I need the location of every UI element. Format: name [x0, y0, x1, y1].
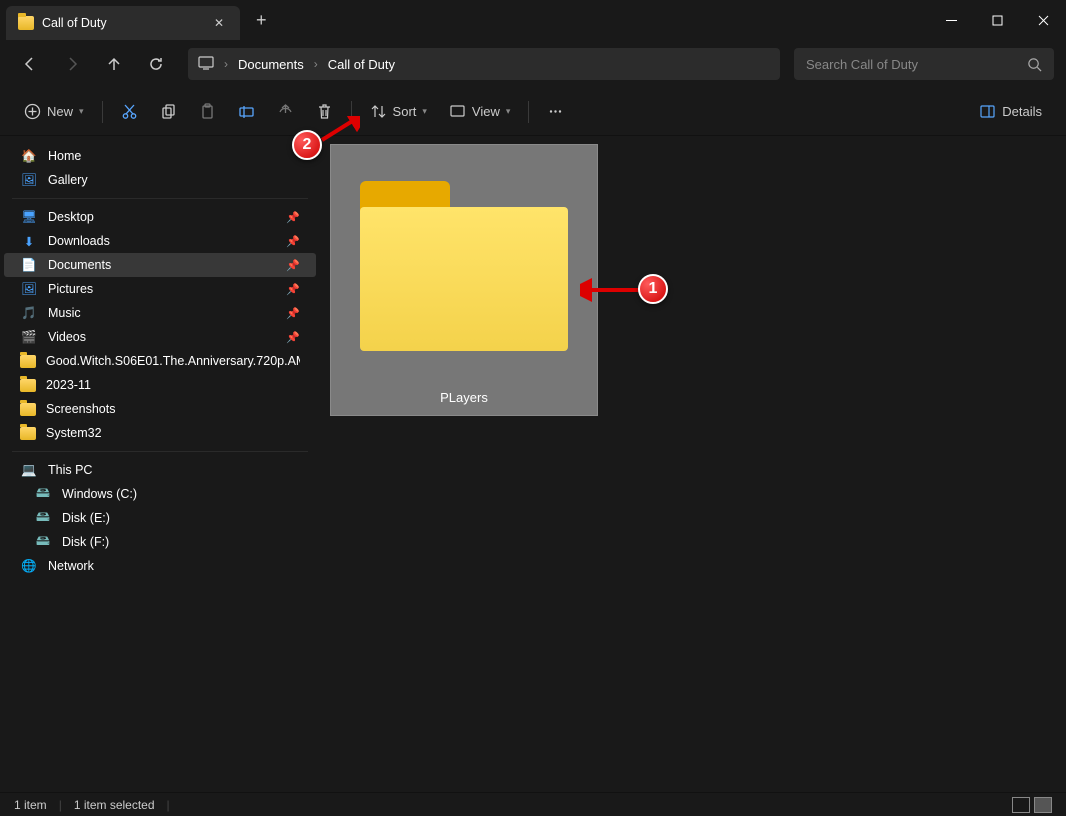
- maximize-button[interactable]: [974, 0, 1020, 40]
- sidebar-music[interactable]: 🎵Music📌: [4, 301, 316, 325]
- more-icon: [547, 103, 564, 120]
- sidebar-disk-e[interactable]: 🖴Disk (E:): [4, 506, 316, 530]
- breadcrumb-documents[interactable]: Documents: [238, 57, 304, 72]
- folder-icon: [20, 379, 36, 392]
- sort-button[interactable]: Sort▾: [360, 95, 437, 129]
- sidebar-desktop[interactable]: 🖥Desktop📌: [4, 205, 316, 229]
- share-button[interactable]: [267, 95, 304, 129]
- new-button[interactable]: New▾: [14, 95, 94, 129]
- status-selected: 1 item selected: [74, 798, 155, 812]
- sidebar-home[interactable]: 🏠Home: [4, 144, 316, 168]
- sidebar-gallery[interactable]: 🖼Gallery: [4, 168, 316, 192]
- documents-icon: 📄: [20, 257, 38, 273]
- address-bar[interactable]: › Documents › Call of Duty: [188, 48, 780, 80]
- pin-icon: 📌: [286, 283, 300, 296]
- up-button[interactable]: [96, 48, 132, 80]
- share-icon: [277, 103, 294, 120]
- pin-icon: 📌: [286, 211, 300, 224]
- rename-button[interactable]: [228, 95, 265, 129]
- details-pane-button[interactable]: Details: [969, 95, 1052, 129]
- refresh-button[interactable]: [138, 48, 174, 80]
- desktop-icon: 🖥: [20, 209, 38, 225]
- details-view-toggle[interactable]: [1012, 797, 1030, 813]
- search-box[interactable]: [794, 48, 1054, 80]
- sidebar-goodwitch[interactable]: Good.Witch.S06E01.The.Anniversary.720p.A…: [4, 349, 316, 373]
- sidebar-downloads[interactable]: ⬇Downloads📌: [4, 229, 316, 253]
- details-icon: [979, 103, 996, 120]
- status-bar: 1 item | 1 item selected |: [0, 792, 1066, 816]
- cut-button[interactable]: [111, 95, 148, 129]
- network-icon: 🌐: [20, 558, 38, 574]
- chevron-down-icon: ▾: [79, 106, 84, 117]
- command-bar: New▾ Sort▾ View▾ Details: [0, 88, 1066, 136]
- status-count: 1 item: [14, 798, 47, 812]
- copy-icon: [160, 103, 177, 120]
- chevron-down-icon: ▾: [422, 106, 427, 117]
- sort-icon: [370, 103, 387, 120]
- pin-icon: 📌: [286, 307, 300, 320]
- forward-button[interactable]: [54, 48, 90, 80]
- search-icon: [1027, 57, 1042, 72]
- nav-pane: 🏠Home 🖼Gallery 🖥Desktop📌 ⬇Downloads📌 📄Do…: [0, 136, 320, 792]
- sidebar-videos[interactable]: 🎬Videos📌: [4, 325, 316, 349]
- sidebar-documents[interactable]: 📄Documents📌: [4, 253, 316, 277]
- folder-label: PLayers: [440, 390, 488, 405]
- close-button[interactable]: [1020, 0, 1066, 40]
- folder-icon: [20, 403, 36, 416]
- cut-icon: [121, 103, 138, 120]
- annotation-badge-2: 2: [292, 130, 322, 160]
- chevron-right-icon: ›: [224, 57, 228, 71]
- music-icon: 🎵: [20, 305, 38, 321]
- folder-icon: [20, 355, 36, 368]
- window-tab[interactable]: Call of Duty ✕: [6, 6, 240, 40]
- tab-close-icon[interactable]: ✕: [210, 16, 228, 30]
- nav-bar: › Documents › Call of Duty: [0, 40, 1066, 88]
- pin-icon: 📌: [286, 235, 300, 248]
- sidebar-screenshots[interactable]: Screenshots: [4, 397, 316, 421]
- more-button[interactable]: [537, 95, 574, 129]
- home-icon: 🏠: [20, 148, 38, 164]
- paste-button[interactable]: [189, 95, 226, 129]
- chevron-down-icon: ▾: [506, 106, 511, 117]
- search-input[interactable]: [806, 57, 1027, 72]
- thumbnails-view-toggle[interactable]: [1034, 797, 1052, 813]
- paste-icon: [199, 103, 216, 120]
- content-area[interactable]: PLayers: [320, 136, 1066, 792]
- sidebar-pictures[interactable]: 🖼Pictures📌: [4, 277, 316, 301]
- sidebar-windows-c[interactable]: 🖴Windows (C:): [4, 482, 316, 506]
- sidebar-system32[interactable]: System32: [4, 421, 316, 445]
- tab-title: Call of Duty: [42, 16, 202, 30]
- rename-icon: [238, 103, 255, 120]
- copy-button[interactable]: [150, 95, 187, 129]
- pc-icon: [198, 56, 214, 73]
- chevron-right-icon: ›: [314, 57, 318, 71]
- downloads-icon: ⬇: [20, 233, 38, 249]
- disk-icon: 🖴: [34, 510, 52, 526]
- gallery-icon: 🖼: [20, 172, 38, 188]
- breadcrumb-callofduty[interactable]: Call of Duty: [328, 57, 395, 72]
- videos-icon: 🎬: [20, 329, 38, 345]
- pictures-icon: 🖼: [20, 281, 38, 297]
- folder-icon: [20, 427, 36, 440]
- folder-item-players[interactable]: PLayers: [330, 144, 598, 416]
- title-bar: Call of Duty ✕ +: [0, 0, 1066, 40]
- folder-icon: [354, 181, 574, 351]
- annotation-arrow-2: [316, 116, 360, 146]
- pin-icon: 📌: [286, 331, 300, 344]
- folder-icon: [18, 16, 34, 30]
- sidebar-thispc[interactable]: 💻This PC: [4, 458, 316, 482]
- pin-icon: 📌: [286, 259, 300, 272]
- sidebar-network[interactable]: 🌐Network: [4, 554, 316, 578]
- minimize-button[interactable]: [928, 0, 974, 40]
- pc-icon: 💻: [20, 462, 38, 478]
- view-button[interactable]: View▾: [439, 95, 520, 129]
- sidebar-disk-f[interactable]: 🖴Disk (F:): [4, 530, 316, 554]
- disk-icon: 🖴: [34, 534, 52, 550]
- back-button[interactable]: [12, 48, 48, 80]
- view-icon: [449, 103, 466, 120]
- disk-icon: 🖴: [34, 486, 52, 502]
- new-tab-button[interactable]: +: [240, 10, 283, 31]
- sidebar-2023-11[interactable]: 2023-11: [4, 373, 316, 397]
- annotation-badge-1: 1: [638, 274, 668, 304]
